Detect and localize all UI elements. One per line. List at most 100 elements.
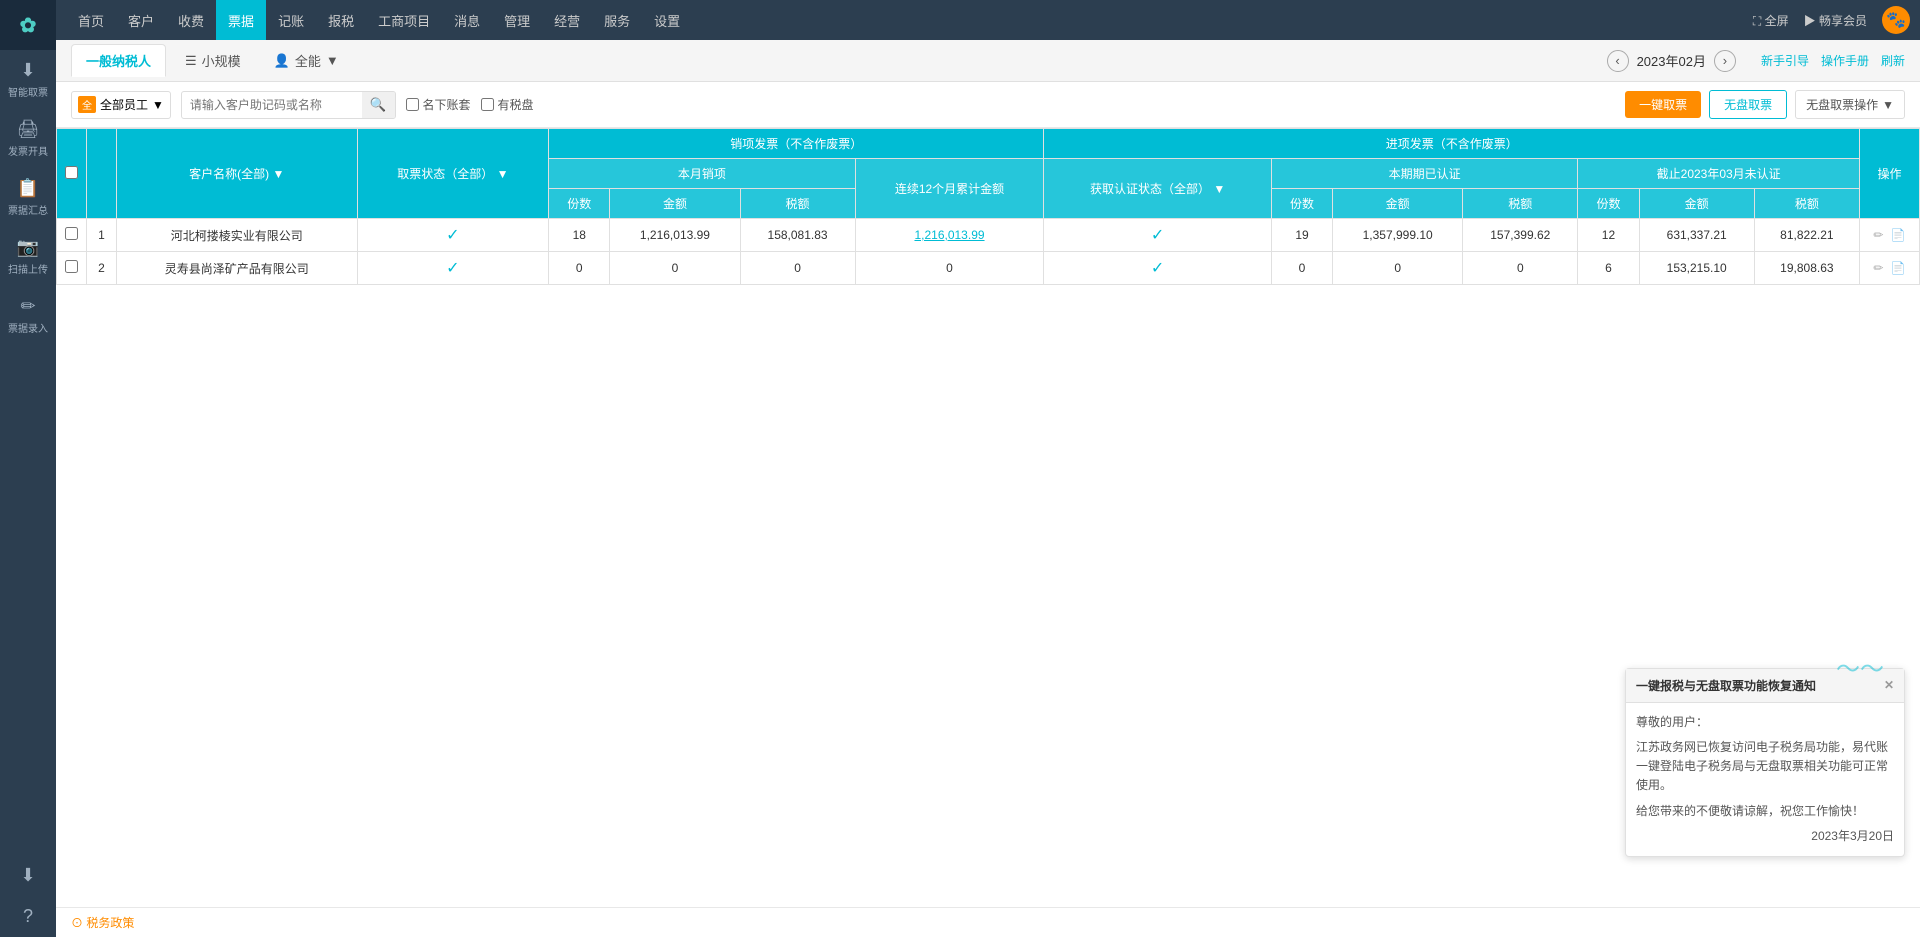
nav-service[interactable]: 服务 <box>592 0 642 40</box>
main-table: 客户名称(全部) ▼ 取票状态（全部） ▼ 销项发票（不含作废票） 进项发票（不… <box>56 128 1920 285</box>
nav-operations[interactable]: 经营 <box>542 0 592 40</box>
fetch-status-check: ✓ <box>446 227 459 244</box>
sidebar-item-invoice-summary-label: 票据汇总 <box>8 202 48 217</box>
tab-right-actions: 新手引导 操作手册 刷新 <box>1761 52 1905 69</box>
checkbox-own-accounts[interactable]: 名下账套 <box>406 96 471 113</box>
table-body: 1 河北柯搂棱实业有限公司 ✓ 18 1,216,013.99 158,081.… <box>57 219 1920 285</box>
row-actions: ✏ 📄 <box>1860 219 1920 252</box>
fetch-status-filter-icon[interactable]: ▼ <box>497 167 509 181</box>
staff-select[interactable]: 全 全部员工 ▼ <box>71 91 171 119</box>
notification-body: 尊敬的用户： 江苏政务网已恢复访问电子税务局功能，易代账一键登陆电子税务局与无盘… <box>1626 703 1904 856</box>
no-disk-fetch-button[interactable]: 无盘取票 <box>1709 90 1787 119</box>
tab-general[interactable]: 一般纳税人 <box>71 44 166 77</box>
sidebar-item-smart-fetch-label: 智能取票 <box>8 84 48 99</box>
nav-message[interactable]: 消息 <box>442 0 492 40</box>
select-all-checkbox[interactable] <box>65 166 78 179</box>
nav-collection[interactable]: 收费 <box>166 0 216 40</box>
consecutive-amount-link[interactable]: 1,216,013.99 <box>914 228 984 242</box>
row-index: 2 <box>87 252 117 285</box>
table-row: 1 河北柯搂棱实业有限公司 ✓ 18 1,216,013.99 158,081.… <box>57 219 1920 252</box>
nav-tax[interactable]: 报税 <box>316 0 366 40</box>
refresh-button[interactable]: 刷新 <box>1881 52 1905 69</box>
nav-settings[interactable]: 设置 <box>642 0 692 40</box>
search-input[interactable] <box>182 98 362 112</box>
tab-all[interactable]: 👤 全能 ▼ <box>260 45 353 76</box>
row-checkbox[interactable] <box>65 260 78 273</box>
checkbox-has-disk-input[interactable] <box>481 98 494 111</box>
row-purchase-uncert-count: 6 <box>1578 252 1639 285</box>
nav-right: ⛶ 全屏 ▶ 畅享会员 🐾 <box>1753 6 1910 34</box>
filter-icon[interactable]: ▼ <box>273 167 285 181</box>
row-checkbox-cell <box>57 219 87 252</box>
checkbox-own-accounts-input[interactable] <box>406 98 419 111</box>
th-customer-name: 客户名称(全部) ▼ <box>117 129 358 219</box>
tab-bar: 一般纳税人 ☰ 小规模 👤 全能 ▼ ‹ 2023年02月 › 新手引导 操作手… <box>56 40 1920 82</box>
smart-fetch-icon: ⬇ <box>20 60 35 81</box>
cert-status-filter-icon[interactable]: ▼ <box>1213 182 1225 196</box>
notification-popup: ～～ 一键报税与无盘取票功能恢复通知 ✕ 尊敬的用户： 江苏政务网已恢复访问电子… <box>1625 668 1905 857</box>
member-button[interactable]: ▶ 畅享会员 <box>1804 12 1867 29</box>
view-button[interactable]: 📄 <box>1891 261 1906 275</box>
row-purchase-uncert-count: 12 <box>1578 219 1639 252</box>
row-fetch-status: ✓ <box>357 219 549 252</box>
sidebar-item-invoice-summary[interactable]: 📋 票据汇总 <box>0 168 56 227</box>
checkbox-has-disk[interactable]: 有税盘 <box>481 96 534 113</box>
th-cert-tax: 税额 <box>1463 189 1578 219</box>
data-entry-icon: ✏ <box>20 296 35 317</box>
checkbox-has-disk-label: 有税盘 <box>498 96 534 113</box>
row-consecutive-amount: 1,216,013.99 <box>855 219 1044 252</box>
sidebar-item-scan-upload[interactable]: 📷 扫描上传 <box>0 227 56 286</box>
logo-icon: ✿ <box>20 13 37 38</box>
checkbox-own-accounts-label: 名下账套 <box>423 96 471 113</box>
fullscreen-button[interactable]: ⛶ 全屏 <box>1753 12 1789 29</box>
sidebar-bottom: ⬇ ? <box>0 855 56 937</box>
row-fetch-status: ✓ <box>357 252 549 285</box>
notification-close-button[interactable]: ✕ <box>1884 678 1894 692</box>
nav-bizprojects[interactable]: 工商项目 <box>366 0 442 40</box>
th-purchase-group: 进项发票（不含作废票） <box>1044 129 1860 159</box>
tab-small[interactable]: ☰ 小规模 <box>171 45 255 76</box>
new-guide-button[interactable]: 新手引导 <box>1761 52 1809 69</box>
nav-customer[interactable]: 客户 <box>116 0 166 40</box>
row-customer: 河北柯搂棱实业有限公司 <box>117 219 358 252</box>
th-cert-status: 获取认证状态（全部） ▼ <box>1044 159 1271 219</box>
scan-upload-icon: 📷 <box>17 237 39 258</box>
no-disk-ops-icon: ▼ <box>1882 98 1894 112</box>
nav-bookkeeping[interactable]: 记账 <box>266 0 316 40</box>
th-sales-amount: 金额 <box>610 189 740 219</box>
view-button[interactable]: 📄 <box>1891 228 1906 242</box>
row-checkbox[interactable] <box>65 227 78 240</box>
tax-policy-link[interactable]: 税务政策 <box>71 914 134 931</box>
edit-button[interactable]: ✏ <box>1873 261 1883 275</box>
sidebar-item-help[interactable]: ? <box>0 896 56 937</box>
no-disk-ops-button[interactable]: 无盘取票操作 ▼ <box>1795 90 1905 119</box>
sidebar-item-data-entry[interactable]: ✏ 票据录入 <box>0 286 56 345</box>
notification-date: 2023年3月20日 <box>1636 827 1894 846</box>
nav-home[interactable]: 首页 <box>66 0 116 40</box>
user-avatar[interactable]: 🐾 <box>1882 6 1910 34</box>
top-navbar: 首页 客户 收费 票据 记账 报税 工商项目 消息 管理 经营 服务 设置 ⛶ … <box>56 0 1920 40</box>
tab-general-label: 一般纳税人 <box>86 51 151 70</box>
th-sales-count: 份数 <box>549 189 610 219</box>
row-purchase-cert-count: 19 <box>1271 219 1332 252</box>
sidebar-item-download[interactable]: ⬇ <box>0 855 56 896</box>
notification-body-text: 江苏政务网已恢复访问电子税务局功能，易代账一键登陆电子税务局与无盘取票相关功能可… <box>1636 738 1894 796</box>
help-icon: ? <box>23 906 33 927</box>
period-next-button[interactable]: › <box>1714 50 1736 72</box>
nav-invoice[interactable]: 票据 <box>216 0 266 40</box>
tab-small-label: 小规模 <box>202 51 241 70</box>
nav-management[interactable]: 管理 <box>492 0 542 40</box>
row-cert-status: ✓ <box>1044 219 1271 252</box>
one-click-fetch-button[interactable]: 一键取票 <box>1625 91 1701 118</box>
row-sales-count: 18 <box>549 219 610 252</box>
sidebar: ✿ ⬇ 智能取票 🖨 发票开具 📋 票据汇总 📷 扫描上传 ✏ 票据录入 ⬇ ? <box>0 0 56 937</box>
search-button[interactable]: 🔍 <box>362 91 395 119</box>
manual-button[interactable]: 操作手册 <box>1821 52 1869 69</box>
row-actions: ✏ 📄 <box>1860 252 1920 285</box>
sidebar-item-smart-fetch[interactable]: ⬇ 智能取票 <box>0 50 56 109</box>
period-prev-button[interactable]: ‹ <box>1607 50 1629 72</box>
notification-title: 一键报税与无盘取票功能恢复通知 <box>1636 677 1816 694</box>
edit-button[interactable]: ✏ <box>1873 228 1883 242</box>
row-checkbox-cell <box>57 252 87 285</box>
sidebar-item-issue-invoice[interactable]: 🖨 发票开具 <box>0 109 56 168</box>
